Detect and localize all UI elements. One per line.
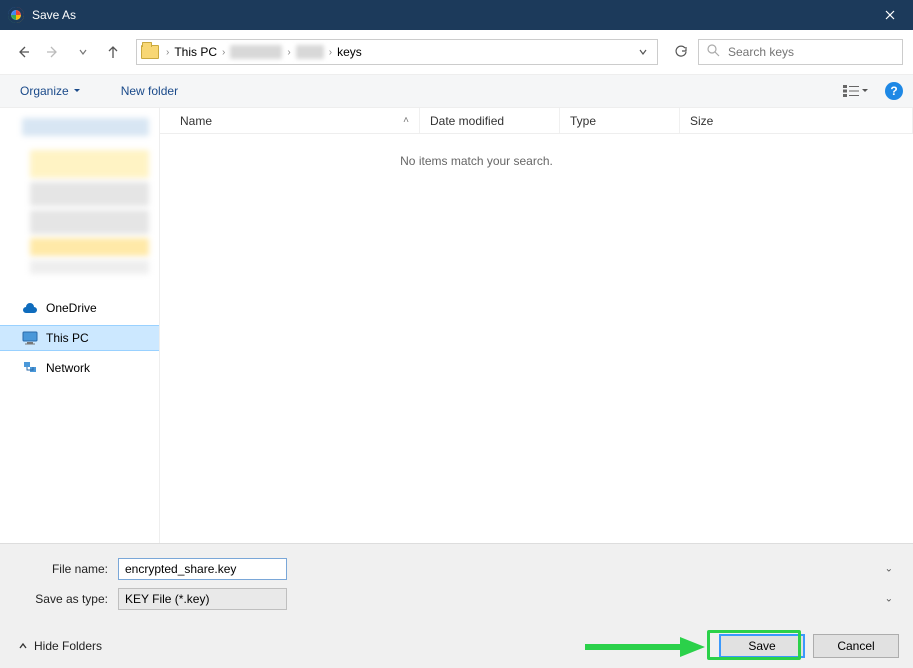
- sidebar-item-label: Network: [46, 361, 90, 375]
- chevron-down-icon: [639, 48, 647, 56]
- redacted-segment: [296, 45, 324, 59]
- toolbar: Organize New folder ?: [0, 74, 913, 108]
- save-button[interactable]: Save: [719, 634, 805, 658]
- search-icon: [707, 44, 720, 60]
- close-icon: [885, 10, 895, 20]
- chevron-down-icon: ⌄: [885, 564, 893, 575]
- organize-label: Organize: [20, 84, 69, 98]
- address-bar[interactable]: › This PC › › › keys: [136, 39, 658, 65]
- navigation-row: › This PC › › › keys: [0, 30, 913, 74]
- view-list-icon: [843, 85, 859, 97]
- sidebar-item-onedrive[interactable]: OneDrive: [0, 296, 159, 320]
- breadcrumb-segment[interactable]: [226, 40, 286, 64]
- chevron-down-icon: [79, 48, 87, 56]
- arrow-right-icon: [46, 45, 60, 59]
- organize-button[interactable]: Organize: [10, 78, 91, 104]
- chevron-right-icon: ›: [166, 47, 169, 58]
- chrome-icon: [8, 7, 24, 23]
- chevron-up-icon: [18, 641, 28, 651]
- hide-folders-label: Hide Folders: [34, 639, 102, 653]
- breadcrumb-segment[interactable]: [292, 40, 328, 64]
- sort-indicator-icon: ˄: [403, 115, 409, 126]
- redacted-segment: [230, 45, 282, 59]
- file-panel: Name ˄ Date modified Type Size No items …: [160, 108, 913, 543]
- refresh-icon: [674, 45, 688, 59]
- forward-button[interactable]: [40, 39, 66, 65]
- search-input[interactable]: [728, 45, 894, 59]
- sidebar: OneDrive This PC Network: [0, 108, 160, 543]
- window-title: Save As: [32, 8, 76, 22]
- up-button[interactable]: [100, 39, 126, 65]
- savetype-select[interactable]: [118, 588, 287, 610]
- column-type[interactable]: Type: [560, 108, 680, 133]
- help-button[interactable]: ?: [885, 82, 903, 100]
- title-bar: Save As: [0, 0, 913, 30]
- filename-label: File name:: [14, 562, 118, 576]
- column-headers: Name ˄ Date modified Type Size: [160, 108, 913, 134]
- redacted-item: [30, 210, 149, 234]
- network-icon: [22, 360, 38, 376]
- cloud-icon: [22, 300, 38, 316]
- cancel-button[interactable]: Cancel: [813, 634, 899, 658]
- new-folder-button[interactable]: New folder: [111, 78, 188, 104]
- redacted-item: [30, 150, 149, 178]
- pc-icon: [22, 330, 38, 346]
- back-button[interactable]: [10, 39, 36, 65]
- view-options-button[interactable]: [837, 81, 875, 101]
- recent-dropdown[interactable]: [70, 39, 96, 65]
- chevron-right-icon: ›: [287, 47, 290, 58]
- chevron-right-icon: ›: [222, 47, 225, 58]
- column-size[interactable]: Size: [680, 108, 913, 133]
- chevron-down-icon: [73, 87, 81, 95]
- arrow-left-icon: [16, 45, 30, 59]
- column-date[interactable]: Date modified: [420, 108, 560, 133]
- arrow-up-icon: [106, 45, 120, 59]
- footer: File name: ⌄ Save as type: ⌄ Hide Folder…: [0, 543, 913, 668]
- savetype-label: Save as type:: [14, 592, 118, 606]
- column-label: Name: [170, 114, 212, 128]
- empty-message: No items match your search.: [160, 134, 793, 188]
- sidebar-item-label: OneDrive: [46, 301, 97, 315]
- redacted-item: [30, 260, 149, 274]
- close-button[interactable]: [867, 0, 913, 30]
- chevron-down-icon: [861, 87, 869, 95]
- search-box[interactable]: [698, 39, 903, 65]
- sidebar-item-thispc[interactable]: This PC: [0, 326, 159, 350]
- redacted-item: [22, 118, 149, 136]
- redacted-item: [30, 238, 149, 256]
- sidebar-item-label: This PC: [46, 331, 89, 345]
- hide-folders-button[interactable]: Hide Folders: [14, 637, 106, 655]
- address-dropdown[interactable]: [633, 45, 653, 59]
- chevron-down-icon: ⌄: [885, 594, 893, 605]
- main-area: OneDrive This PC Network Name ˄ Date mod…: [0, 108, 913, 543]
- folder-icon: [141, 45, 159, 59]
- sidebar-item-network[interactable]: Network: [0, 356, 159, 380]
- refresh-button[interactable]: [668, 39, 694, 65]
- filename-input[interactable]: [118, 558, 287, 580]
- column-name[interactable]: Name ˄: [160, 108, 420, 133]
- breadcrumb-segment[interactable]: This PC: [170, 40, 221, 64]
- redacted-item: [30, 182, 149, 206]
- breadcrumb-segment[interactable]: keys: [333, 40, 366, 64]
- chevron-right-icon: ›: [329, 47, 332, 58]
